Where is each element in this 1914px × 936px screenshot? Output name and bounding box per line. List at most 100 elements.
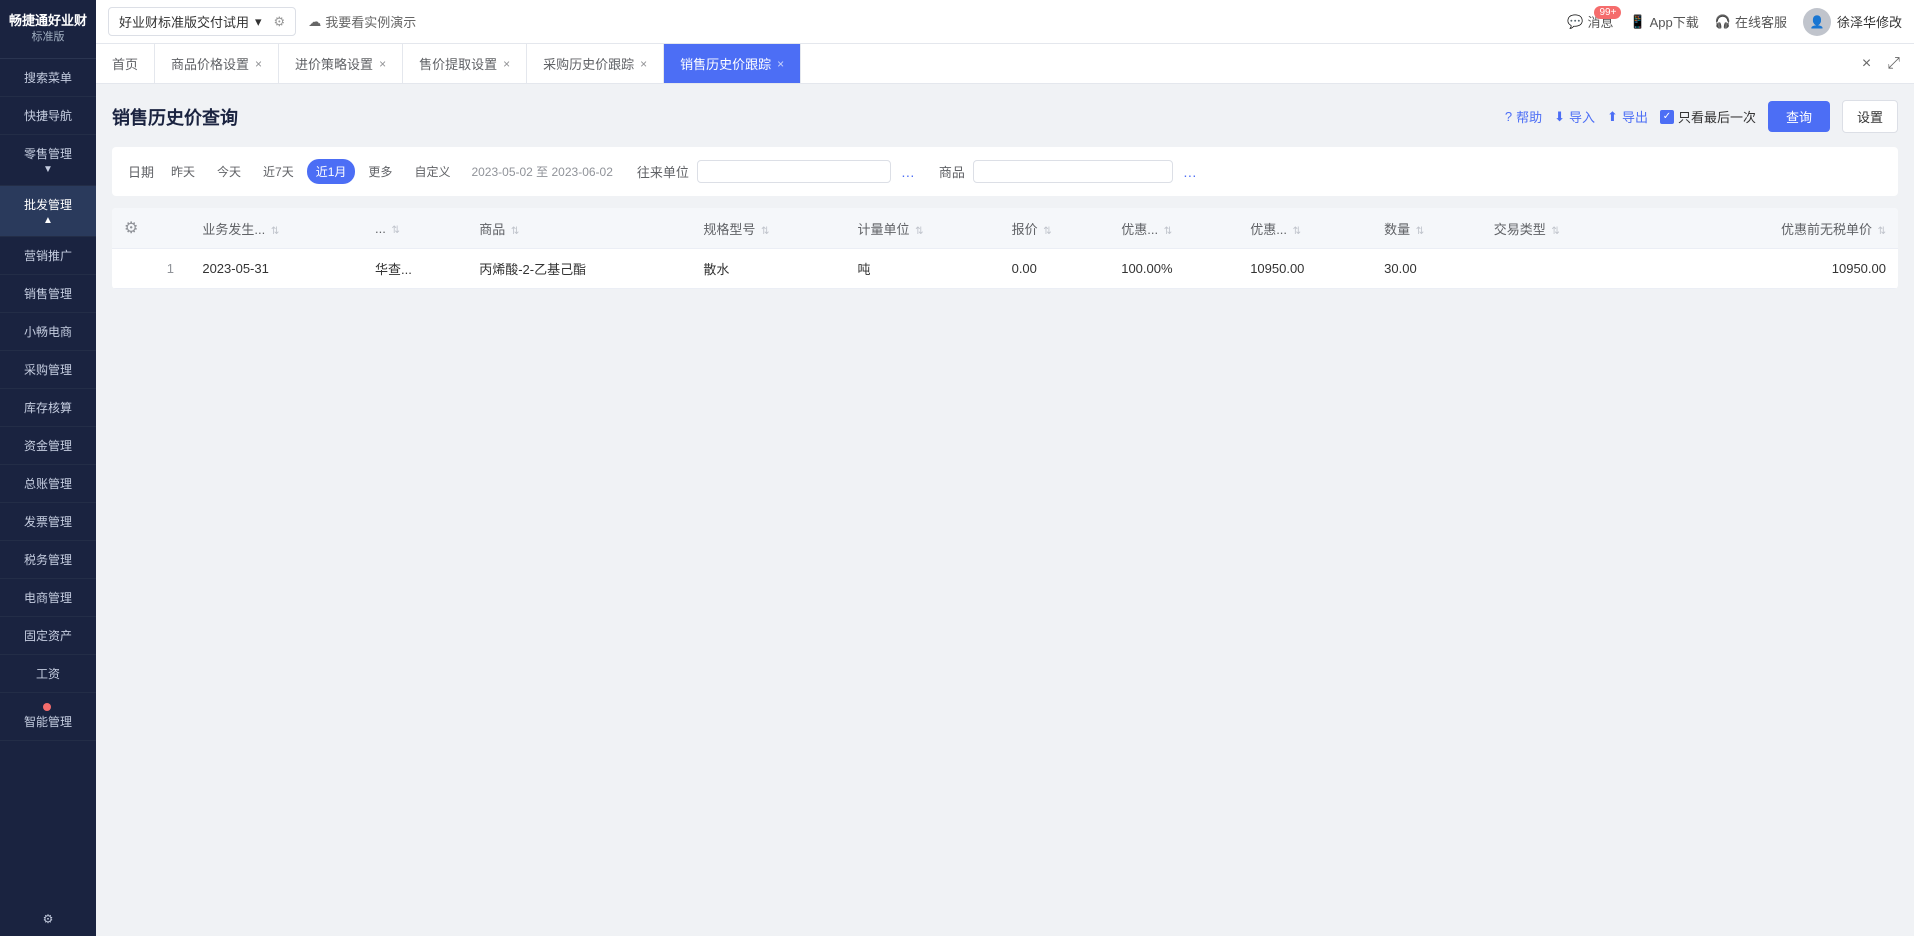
import-link[interactable]: ⬇ 导入 [1554,107,1595,126]
th-more[interactable]: ... ⇅ [363,208,467,249]
sidebar-item-ecommerce[interactable]: 电商管理 [0,579,96,617]
sidebar-item-tax[interactable]: 税务管理 [0,541,96,579]
date-btn-1month[interactable]: 近1月 [307,159,356,184]
goods-input[interactable] [982,164,1164,179]
date-btn-custom[interactable]: 自定义 [405,159,459,184]
sidebar-item-search[interactable]: 搜索菜单 [0,59,96,97]
from-unit-input-wrap[interactable] [697,160,891,183]
sidebar-item-label: 固定资产 [24,627,72,644]
settings-button[interactable]: 设置 [1842,100,1898,133]
goods-label: 商品 [939,162,965,181]
sidebar-item-label: 发票管理 [24,513,72,530]
sidebar-item-xiaochangec[interactable]: 小畅电商 [0,313,96,351]
th-qty[interactable]: 数量 ⇅ [1372,208,1482,249]
goods-more-btn[interactable]: … [1183,164,1197,180]
column-settings-icon[interactable]: ⚙ [124,220,138,237]
th-discount2[interactable]: 优惠... ⇅ [1238,208,1372,249]
query-button[interactable]: 查询 [1768,101,1830,132]
help-link[interactable]: ? 帮助 [1505,107,1542,126]
date-btn-today[interactable]: 今天 [208,159,250,184]
online-service-label: 在线客服 [1735,12,1787,31]
sort-icon: ⇅ [1164,226,1172,237]
close-icon[interactable]: × [777,57,784,71]
th-biz-date[interactable]: 业务发生... ⇅ [190,208,363,249]
tab-label: 进价策略设置 [295,54,373,73]
only-last-checkbox[interactable]: ✓ 只看最后一次 [1660,107,1756,126]
sidebar-item-finance[interactable]: 资金管理 [0,427,96,465]
tab-purchase-history[interactable]: 采购历史价跟踪 × [527,44,664,83]
from-unit-input[interactable] [706,164,882,179]
question-icon: ? [1505,109,1512,124]
th-label: 优惠前无税单价 [1781,222,1872,237]
th-spec[interactable]: 规格型号 ⇅ [691,208,845,249]
sidebar-item-label: 工资 [36,665,60,682]
th-trade-type[interactable]: 交易类型 ⇅ [1482,208,1636,249]
page-title: 销售历史价查询 [112,104,238,130]
date-btn-7days[interactable]: 近7天 [254,159,303,184]
sidebar-item-marketing[interactable]: 营销推广 [0,237,96,275]
sort-icon: ⇅ [1293,226,1301,237]
th-price[interactable]: 报价 ⇅ [1000,208,1110,249]
sidebar-item-wholesale[interactable]: 批发管理 ▲ [0,186,96,237]
th-label: ... [375,221,386,236]
sidebar-item-ledger[interactable]: 总账管理 [0,465,96,503]
sidebar: 畅捷通好业财 标准版 搜索菜单 快捷导航 零售管理 ▼ 批发管理 ▲ 营销推广 … [0,0,96,936]
export-link[interactable]: ⬆ 导出 [1607,107,1648,126]
sidebar-item-label: 批发管理 [24,196,72,213]
sidebar-item-retail[interactable]: 零售管理 ▼ [0,135,96,186]
td-goods: 丙烯酸-2-乙基己酯 [467,249,691,289]
sidebar-item-smart[interactable]: 智能管理 [0,693,96,741]
th-unit[interactable]: 计量单位 ⇅ [845,208,999,249]
close-icon[interactable]: × [640,57,647,71]
settings-icon[interactable]: ⚙ [274,14,286,30]
sidebar-item-label: 电商管理 [24,589,72,606]
close-icon[interactable]: × [503,57,510,71]
messages-btn[interactable]: 💬 消息 99+ [1567,12,1613,31]
date-btn-yesterday[interactable]: 昨天 [162,159,204,184]
sidebar-settings[interactable]: ⚙ [0,902,96,936]
checkbox-icon: ✓ [1660,110,1674,124]
tab-home[interactable]: 首页 [96,44,155,83]
sort-icon: ⇅ [392,225,400,236]
tab-price-settings[interactable]: 商品价格设置 × [155,44,279,83]
demo-link[interactable]: ☁ 我要看实例演示 [308,12,416,31]
tab-purchase-strategy[interactable]: 进价策略设置 × [279,44,403,83]
tab-sale-extract[interactable]: 售价提取设置 × [403,44,527,83]
sidebar-item-assets[interactable]: 固定资产 [0,617,96,655]
online-service-btn[interactable]: 🎧 在线客服 [1715,12,1787,31]
sidebar-item-sales[interactable]: 销售管理 [0,275,96,313]
th-label: 数量 [1384,222,1410,237]
close-tab-btn[interactable]: × [1856,53,1877,75]
sidebar-item-payroll[interactable]: 工资 [0,655,96,693]
goods-input-wrap[interactable] [973,160,1173,183]
table-body: 1 2023-05-31 华查... 丙烯酸-2-乙基己酯 散水 吨 0.00 … [112,249,1898,289]
td-gear [112,249,150,289]
sidebar-item-purchase[interactable]: 采购管理 [0,351,96,389]
smart-dot-icon [43,703,51,711]
sidebar-item-inventory[interactable]: 库存核算 [0,389,96,427]
user-name: 徐泽华修改 [1837,12,1902,31]
th-pretax-price[interactable]: 优惠前无税单价 ⇅ [1677,208,1898,249]
data-table-container: ⚙ 业务发生... ⇅ ... ⇅ 商品 ⇅ [112,208,1898,289]
th-goods[interactable]: 商品 ⇅ [467,208,691,249]
app-download-btn[interactable]: 📱 App下载 [1629,12,1698,31]
sidebar-item-invoice[interactable]: 发票管理 [0,503,96,541]
from-unit-more-btn[interactable]: … [901,164,915,180]
sidebar-item-quicknav[interactable]: 快捷导航 [0,97,96,135]
th-discount1[interactable]: 优惠... ⇅ [1109,208,1238,249]
filter-bar: 日期 昨天 今天 近7天 近1月 更多 自定义 2023-05-02 至 202… [112,147,1898,196]
expand-tab-btn[interactable]: ⤢ [1881,53,1906,75]
close-icon[interactable]: × [379,57,386,71]
td-discount1: 100.00% [1109,249,1238,289]
date-btn-more[interactable]: 更多 [359,159,401,184]
tab-sale-history[interactable]: 销售历史价跟踪 × [664,44,801,83]
tab-label: 销售历史价跟踪 [680,54,771,73]
tab-label: 首页 [112,54,138,73]
user-menu[interactable]: 👤 徐泽华修改 [1803,8,1902,36]
sidebar-item-label: 资金管理 [24,437,72,454]
app-download-label: App下载 [1650,12,1699,31]
from-unit-label: 往来单位 [637,162,689,181]
close-icon[interactable]: × [255,57,262,71]
version-select[interactable]: 好业财标准版交付试用 ▾ ⚙ [108,7,296,36]
tab-label: 采购历史价跟踪 [543,54,634,73]
